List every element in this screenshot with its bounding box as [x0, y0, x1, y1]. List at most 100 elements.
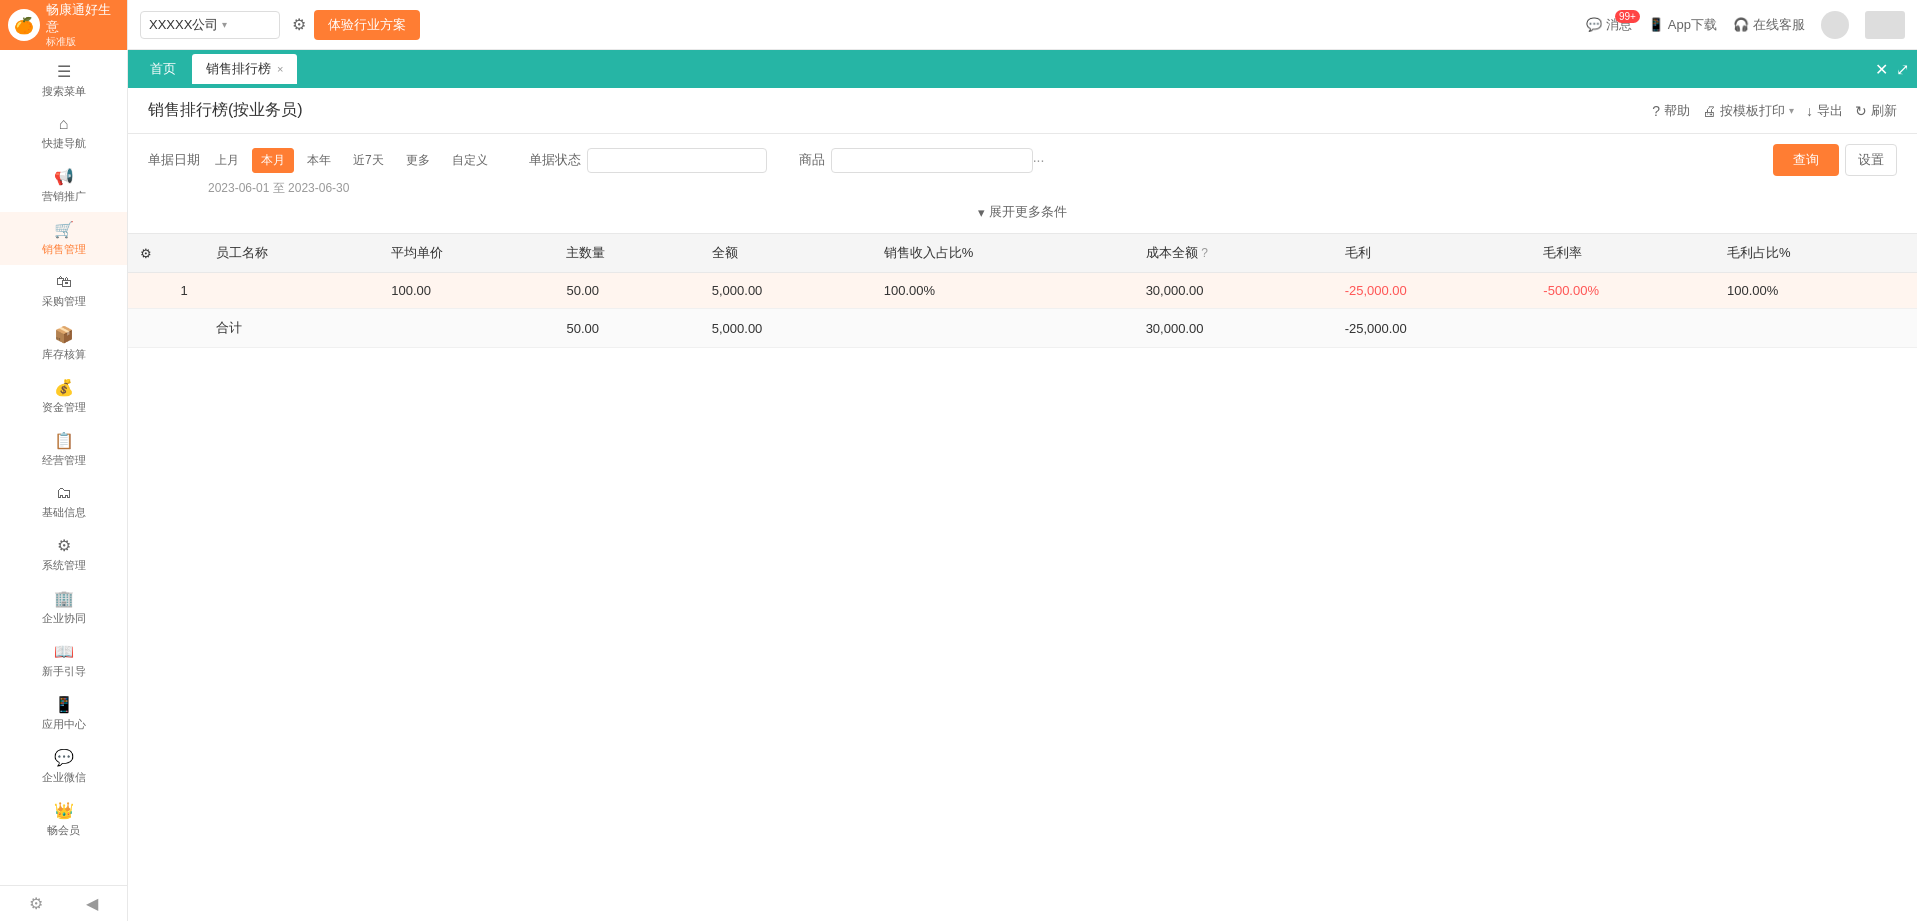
sidebar-item-operations[interactable]: 📋 经营管理 — [0, 423, 127, 476]
message-button[interactable]: 💬 消息 99+ — [1586, 16, 1632, 34]
col-cost: 成本全额 ? — [1134, 234, 1333, 273]
sidebar-item-guide[interactable]: 📖 新手引导 — [0, 634, 127, 687]
col-rank — [164, 234, 204, 273]
purchase-icon: 🛍 — [56, 273, 72, 291]
date-pill-更多[interactable]: 更多 — [397, 148, 439, 173]
date-pill-上月[interactable]: 上月 — [206, 148, 248, 173]
marketing-icon: 📢 — [54, 167, 74, 186]
online-service-label: 在线客服 — [1753, 16, 1805, 34]
sales-rank-table: ⚙ 员工名称 平均单价 主数量 全额 销售收入占比% 成本全额 ? 毛利 毛利率… — [128, 234, 1917, 348]
help-button[interactable]: ? 帮助 — [1652, 102, 1690, 120]
member-label: 畅会员 — [47, 823, 80, 838]
page-header: 销售排行榜(按业务员) ? 帮助 🖨 按模板打印 ▾ ↓ 导出 ↻ 刷新 — [128, 88, 1917, 134]
search-icon: ☰ — [57, 62, 71, 81]
footer-gross-profit: -25,000.00 — [1333, 309, 1532, 348]
date-pill-本年[interactable]: 本年 — [298, 148, 340, 173]
wechat-icon: 💬 — [54, 748, 74, 767]
export-icon: ↓ — [1806, 103, 1813, 119]
settings-footer-icon[interactable]: ⚙ — [29, 894, 43, 913]
sidebar-item-wechat[interactable]: 💬 企业微信 — [0, 740, 127, 793]
row-qty: 50.00 — [554, 273, 699, 309]
purchase-label: 采购管理 — [42, 294, 86, 309]
sidebar-item-system[interactable]: ⚙ 系统管理 — [0, 528, 127, 581]
basic-icon: 🗂 — [56, 484, 72, 502]
col-settings[interactable]: ⚙ — [128, 234, 164, 273]
col-sales-pct: 销售收入占比% — [872, 234, 1134, 273]
date-range-pills: 上月本月本年近7天更多自定义 — [206, 148, 497, 173]
system-label: 系统管理 — [42, 558, 86, 573]
row-employee — [204, 273, 379, 309]
content-area: 销售排行榜(按业务员) ? 帮助 🖨 按模板打印 ▾ ↓ 导出 ↻ 刷新 — [128, 88, 1917, 921]
table-footer-row: 合计 50.00 5,000.00 30,000.00 -25,000.00 — [128, 309, 1917, 348]
online-service-button[interactable]: 🎧 在线客服 — [1733, 16, 1805, 34]
trial-button[interactable]: 体验行业方案 — [314, 10, 420, 40]
sidebar-item-inventory[interactable]: 📦 库存核算 — [0, 317, 127, 370]
row-rank: 1 — [164, 273, 204, 309]
filter-area: 单据日期 上月本月本年近7天更多自定义 单据状态 商品 — [128, 134, 1917, 234]
sales-icon: 🛒 — [54, 220, 74, 239]
row-cost: 30,000.00 — [1134, 273, 1333, 309]
company-selector[interactable]: XXXXX公司 ▾ — [140, 11, 280, 39]
sidebar-item-apps[interactable]: 📱 应用中心 — [0, 687, 127, 740]
date-display-row: 2023-06-01 至 2023-06-30 — [148, 180, 1897, 197]
operations-label: 经营管理 — [42, 453, 86, 468]
refresh-button[interactable]: ↻ 刷新 — [1855, 102, 1897, 120]
sidebar-item-enterprise[interactable]: 🏢 企业协同 — [0, 581, 127, 634]
sidebar-footer: ⚙ ◀ — [0, 885, 127, 921]
window-close-icon[interactable]: ✕ — [1875, 60, 1888, 79]
apps-label: 应用中心 — [42, 717, 86, 732]
sidebar-logo: 🍊 畅康通好生意 标准版 — [0, 0, 127, 50]
goods-filter: 商品 ··· — [799, 148, 1045, 173]
footer-empty-4 — [872, 309, 1134, 348]
date-pill-近7天[interactable]: 近7天 — [344, 148, 393, 173]
window-maximize-icon[interactable]: ⤢ — [1896, 60, 1909, 79]
status-select-wrap — [587, 148, 767, 173]
marketing-label: 营销推广 — [42, 189, 86, 204]
sidebar-item-purchase[interactable]: 🛍 采购管理 — [0, 265, 127, 317]
date-filter: 单据日期 上月本月本年近7天更多自定义 — [148, 148, 497, 173]
sidebar-item-finance[interactable]: 💰 资金管理 — [0, 370, 127, 423]
basic-label: 基础信息 — [42, 505, 86, 520]
app-download-button[interactable]: 📱 App下载 — [1648, 16, 1717, 34]
status-select[interactable] — [587, 148, 767, 173]
sidebar-item-search[interactable]: ☰ 搜索菜单 — [0, 54, 127, 107]
footer-empty-2 — [164, 309, 204, 348]
logo-text: 畅康通好生意 标准版 — [46, 2, 119, 49]
cost-help-icon[interactable]: ? — [1201, 246, 1208, 260]
expand-button[interactable]: ▾ 展开更多条件 — [978, 203, 1067, 221]
row-sales-pct: 100.00% — [872, 273, 1134, 309]
date-pill-自定义[interactable]: 自定义 — [443, 148, 497, 173]
message-icon: 💬 — [1586, 17, 1602, 32]
top-header: XXXXX公司 ▾ ⚙ 体验行业方案 💬 消息 99+ 📱 App下载 🎧 在线… — [128, 0, 1917, 50]
company-name: XXXXX公司 — [149, 16, 218, 34]
footer-cost: 30,000.00 — [1134, 309, 1333, 348]
tab-close-icon[interactable]: × — [277, 63, 283, 75]
member-icon: 👑 — [54, 801, 74, 820]
goods-input[interactable] — [831, 148, 1033, 173]
settings-button[interactable]: 设置 — [1845, 144, 1897, 176]
finance-icon: 💰 — [54, 378, 74, 397]
col-amount: 全额 — [700, 234, 872, 273]
print-icon: 🖨 — [1702, 103, 1716, 119]
avatar[interactable] — [1821, 11, 1849, 39]
sidebar-item-shortcut[interactable]: ⌂ 快捷导航 — [0, 107, 127, 159]
gear-icon[interactable]: ⚙ — [292, 15, 306, 34]
sidebar-item-sales[interactable]: 🛒 销售管理 — [0, 212, 127, 265]
goods-ellipsis-icon[interactable]: ··· — [1033, 152, 1045, 168]
collapse-icon[interactable]: ◀ — [86, 894, 98, 913]
sidebar-item-marketing[interactable]: 📢 营销推广 — [0, 159, 127, 212]
tab-controls: ✕ ⤢ — [1875, 60, 1909, 79]
sidebar-item-basic[interactable]: 🗂 基础信息 — [0, 476, 127, 528]
tab-home[interactable]: 首页 — [136, 54, 190, 84]
query-button[interactable]: 查询 — [1773, 144, 1839, 176]
print-button[interactable]: 🖨 按模板打印 ▾ — [1702, 102, 1794, 120]
inventory-label: 库存核算 — [42, 347, 86, 362]
inventory-icon: 📦 — [54, 325, 74, 344]
header-actions: 💬 消息 99+ 📱 App下载 🎧 在线客服 — [1586, 11, 1905, 39]
sidebar-item-member[interactable]: 👑 畅会员 — [0, 793, 127, 846]
date-pill-本月[interactable]: 本月 — [252, 148, 294, 173]
tab-sales-rank[interactable]: 销售排行榜 × — [192, 54, 297, 84]
row-avg-price: 100.00 — [379, 273, 554, 309]
user-name-area — [1865, 11, 1905, 39]
export-button[interactable]: ↓ 导出 — [1806, 102, 1843, 120]
